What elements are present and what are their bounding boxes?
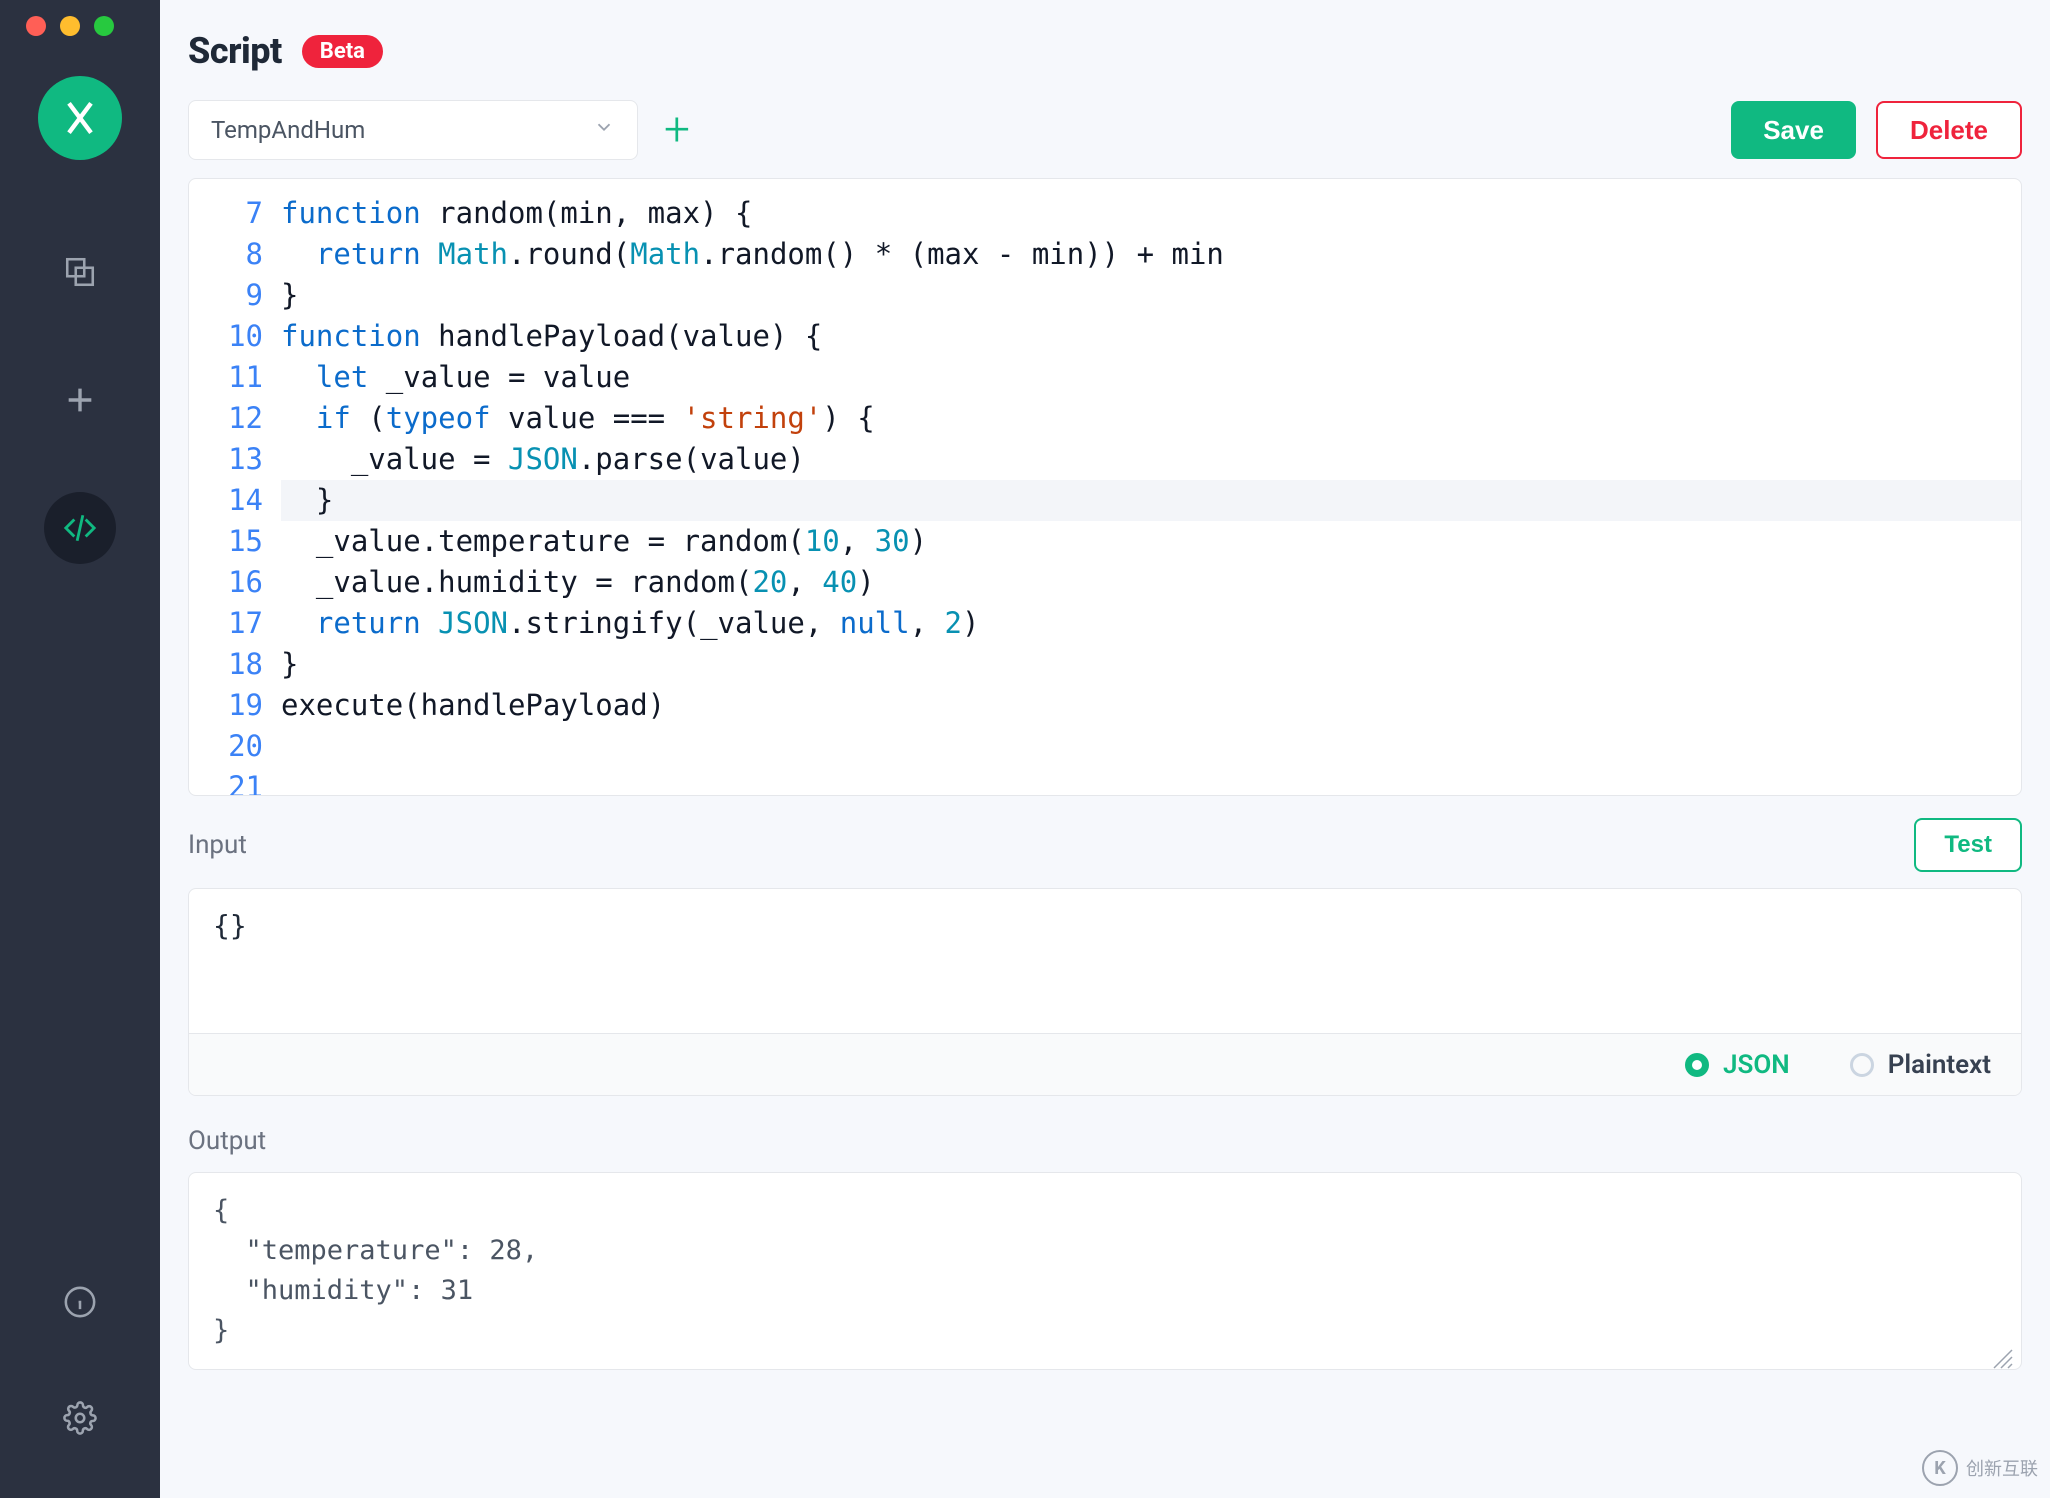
app-logo-icon (38, 76, 122, 160)
watermark-badge-icon: K (1922, 1450, 1958, 1486)
radio-dot-icon (1685, 1053, 1709, 1077)
add-script-button[interactable]: + (658, 107, 696, 153)
output-section-header: Output (188, 1126, 2022, 1156)
input-body[interactable]: {} (189, 889, 2021, 1033)
format-radio-plaintext[interactable]: Plaintext (1850, 1050, 1991, 1080)
resize-handle-icon[interactable] (1991, 1341, 2013, 1363)
sidebar-item-script[interactable] (44, 492, 116, 564)
sidebar-item-info[interactable] (44, 1266, 116, 1338)
code-editor[interactable]: 789101112131415161718192021 function ran… (188, 178, 2022, 796)
sidebar-item-settings[interactable] (44, 1382, 116, 1454)
script-select-value: TempAndHum (211, 116, 365, 144)
toolbar: TempAndHum + Save Delete (188, 100, 2022, 160)
editor-code[interactable]: function random(min, max) { return Math.… (273, 179, 2021, 795)
window-controls (26, 16, 114, 36)
beta-badge: Beta (302, 35, 383, 68)
page-header: Script Beta (188, 30, 2022, 72)
input-format-selector: JSON Plaintext (189, 1033, 2021, 1095)
script-select[interactable]: TempAndHum (188, 100, 638, 160)
input-label: Input (188, 830, 247, 860)
input-panel: {} JSON Plaintext (188, 888, 2022, 1096)
watermark-text: 创新互联 (1966, 1455, 2038, 1481)
main-content: Script Beta TempAndHum + Save Delete 789… (160, 0, 2050, 1498)
watermark: K 创新互联 (1922, 1450, 2038, 1486)
test-button[interactable]: Test (1914, 818, 2022, 872)
radio-dot-icon (1850, 1053, 1874, 1077)
minimize-window-icon[interactable] (60, 16, 80, 36)
close-window-icon[interactable] (26, 16, 46, 36)
format-radio-json[interactable]: JSON (1685, 1050, 1790, 1080)
page-title: Script (188, 30, 282, 72)
maximize-window-icon[interactable] (94, 16, 114, 36)
input-section-header: Input Test (188, 818, 2022, 872)
delete-button[interactable]: Delete (1876, 101, 2022, 159)
output-label: Output (188, 1126, 266, 1156)
editor-gutter: 789101112131415161718192021 (189, 179, 273, 795)
sidebar (0, 0, 160, 1498)
sidebar-item-connections[interactable] (44, 236, 116, 308)
chevron-down-icon (593, 116, 615, 144)
sidebar-item-add[interactable] (44, 364, 116, 436)
output-body: { "temperature": 28, "humidity": 31 } (189, 1173, 2021, 1369)
save-button[interactable]: Save (1731, 101, 1856, 159)
output-panel: { "temperature": 28, "humidity": 31 } (188, 1172, 2022, 1370)
